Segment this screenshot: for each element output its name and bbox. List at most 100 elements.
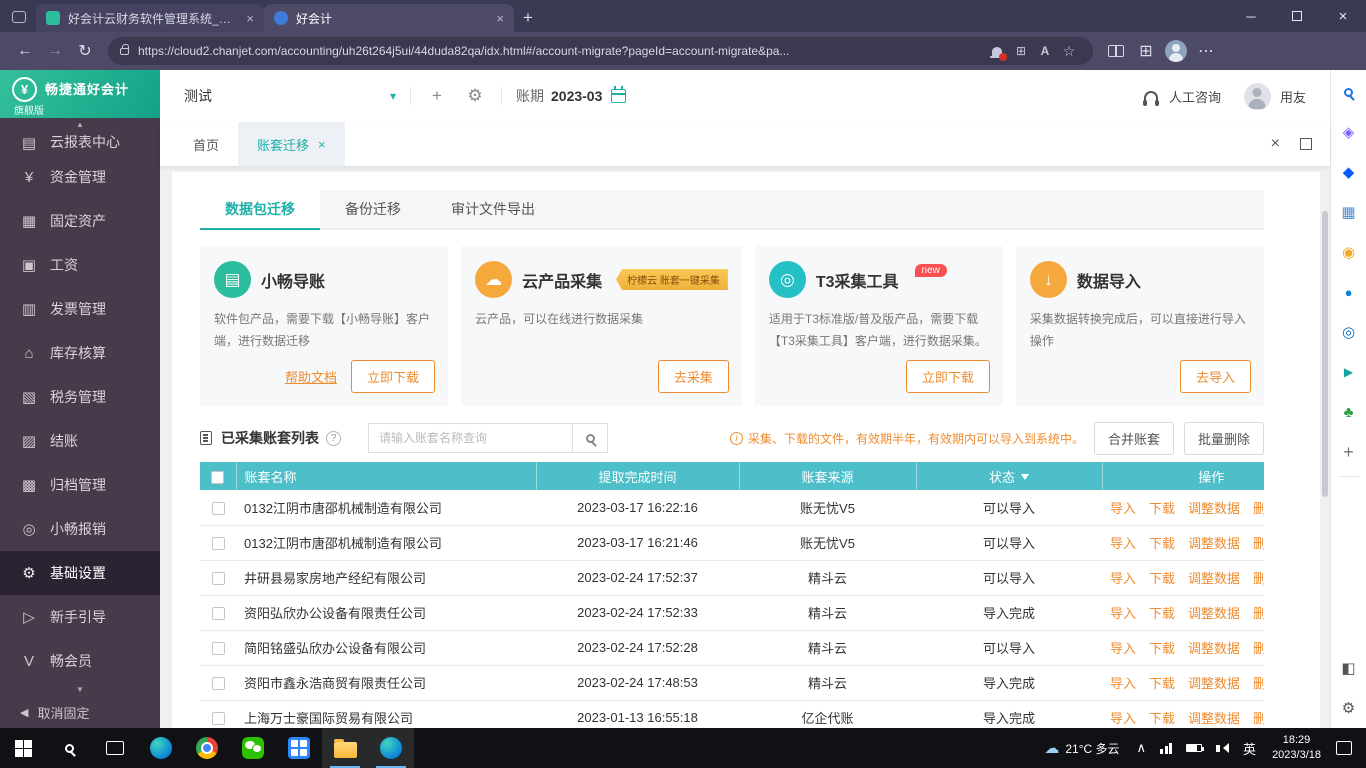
add-sidebar-item-icon[interactable]: +: [1339, 442, 1359, 462]
row-checkbox[interactable]: [211, 607, 225, 621]
select-all-checkbox[interactable]: [211, 470, 225, 484]
tab-data-package[interactable]: 数据包迁移: [200, 190, 320, 230]
outlook-icon[interactable]: ◎: [1339, 322, 1359, 342]
fullscreen-icon[interactable]: [1300, 138, 1312, 150]
bing-icon[interactable]: ◆: [1339, 162, 1359, 182]
adjust-link[interactable]: 调整数据: [1188, 501, 1240, 516]
network-icon[interactable]: [1153, 728, 1179, 768]
start-button[interactable]: [0, 728, 46, 768]
row-checkbox[interactable]: [211, 677, 225, 691]
adjust-link[interactable]: 调整数据: [1188, 536, 1240, 551]
batch-delete-button[interactable]: 批量删除: [1183, 421, 1264, 455]
import-link[interactable]: 导入: [1110, 536, 1136, 551]
sidebar-item-reimburse[interactable]: ◎ 小畅报销: [0, 507, 160, 551]
help-doc-link[interactable]: 帮助文档: [285, 367, 337, 386]
download-link[interactable]: 下载: [1149, 711, 1175, 726]
settings-gear-icon[interactable]: ⚙: [463, 86, 487, 106]
volume-icon[interactable]: [1209, 728, 1236, 768]
download-link[interactable]: 下载: [1149, 536, 1175, 551]
download-link[interactable]: 下载: [1149, 606, 1175, 621]
back-button[interactable]: ←: [10, 36, 40, 66]
vertical-scrollbar[interactable]: [1322, 172, 1328, 722]
row-checkbox[interactable]: [211, 537, 225, 551]
tab-backup-migrate[interactable]: 备份迁移: [320, 190, 426, 228]
skype-icon[interactable]: ●: [1339, 282, 1359, 302]
accounting-period[interactable]: 账期 2023-03: [516, 86, 627, 106]
scrollbar-thumb[interactable]: [1322, 210, 1328, 497]
battery-icon[interactable]: [1179, 728, 1209, 768]
read-aloud-icon[interactable]: A: [1033, 39, 1057, 63]
ime-indicator[interactable]: 英: [1236, 728, 1263, 768]
notifications-blocked-icon[interactable]: [985, 39, 1009, 63]
import-link[interactable]: 导入: [1110, 571, 1136, 586]
tab-close-icon[interactable]: ×: [318, 137, 326, 152]
tab-home[interactable]: 首页: [174, 122, 238, 166]
company-select[interactable]: 测试 ▾: [184, 86, 396, 106]
apps-icon[interactable]: ▦: [1339, 202, 1359, 222]
copilot-icon[interactable]: ◈: [1339, 122, 1359, 142]
forward-button[interactable]: →: [40, 36, 70, 66]
browser-tab-1[interactable]: 好会计云财务软件管理系统_会计 ×: [36, 4, 264, 32]
sidebar-item-inventory[interactable]: ⌂ 库存核算: [0, 331, 160, 375]
adjust-link[interactable]: 调整数据: [1188, 571, 1240, 586]
sidebar-item-basic-settings[interactable]: ⚙ 基础设置: [0, 551, 160, 595]
add-button[interactable]: +: [425, 86, 449, 106]
more-menu-icon[interactable]: ⋯: [1191, 36, 1221, 66]
delete-link[interactable]: 删除: [1253, 641, 1264, 656]
search-input[interactable]: [368, 423, 573, 453]
taskbar-clock[interactable]: 18:29 2023/3/18: [1263, 733, 1330, 763]
download-now-button[interactable]: 立即下载: [351, 360, 436, 393]
file-explorer-icon[interactable]: [322, 728, 368, 768]
row-checkbox[interactable]: [211, 712, 225, 726]
consult-link[interactable]: 人工咨询: [1169, 87, 1221, 106]
adjust-link[interactable]: 调整数据: [1188, 606, 1240, 621]
tree-icon[interactable]: ♣: [1339, 402, 1359, 422]
sidebar-item-salary[interactable]: ▣ 工资: [0, 243, 160, 287]
delete-link[interactable]: 删除: [1253, 536, 1264, 551]
people-icon[interactable]: ◉: [1339, 242, 1359, 262]
favorite-star-icon[interactable]: ☆: [1057, 39, 1081, 63]
sidebar-item-tax[interactable]: ▧ 税务管理: [0, 375, 160, 419]
sidebar-item-guide[interactable]: ▷ 新手引导: [0, 595, 160, 639]
download-link[interactable]: 下载: [1149, 641, 1175, 656]
edge-icon[interactable]: [138, 728, 184, 768]
row-checkbox[interactable]: [211, 642, 225, 656]
address-bar[interactable]: https://cloud2.chanjet.com/accounting/uh…: [108, 37, 1093, 65]
sidebar-settings-icon[interactable]: ⚙: [1339, 698, 1359, 718]
import-link[interactable]: 导入: [1110, 641, 1136, 656]
search-button[interactable]: [573, 423, 608, 453]
weather-widget[interactable]: ☁ 21°C 多云: [1034, 739, 1129, 757]
import-link[interactable]: 导入: [1110, 606, 1136, 621]
delete-link[interactable]: 删除: [1253, 711, 1264, 726]
calendar-icon[interactable]: [611, 86, 627, 103]
download-now-button[interactable]: 立即下载: [905, 360, 990, 393]
row-checkbox[interactable]: [211, 572, 225, 586]
download-link[interactable]: 下载: [1149, 501, 1175, 516]
tab2-close-icon[interactable]: ×: [496, 11, 504, 26]
delete-link[interactable]: 删除: [1253, 501, 1264, 516]
tab-account-migrate[interactable]: 账套迁移 ×: [238, 122, 345, 166]
delete-link[interactable]: 删除: [1253, 676, 1264, 691]
taskbar-search-icon[interactable]: [46, 728, 92, 768]
wechat-icon[interactable]: [230, 728, 276, 768]
split-screen-icon[interactable]: [1101, 36, 1131, 66]
tray-chevron-icon[interactable]: ∧: [1130, 728, 1154, 768]
download-link[interactable]: 下载: [1149, 676, 1175, 691]
user-avatar[interactable]: [1243, 82, 1271, 110]
import-link[interactable]: 导入: [1110, 676, 1136, 691]
user-name[interactable]: 用友: [1280, 87, 1306, 106]
minimize-button[interactable]: ─: [1228, 0, 1274, 32]
go-import-button[interactable]: 去导入: [1179, 360, 1251, 393]
sidebar-item-closing[interactable]: ▨ 结账: [0, 419, 160, 463]
adjust-link[interactable]: 调整数据: [1188, 711, 1240, 726]
sidebar-item-member[interactable]: V 畅会员: [0, 639, 160, 683]
delete-link[interactable]: 删除: [1253, 571, 1264, 586]
translate-icon[interactable]: ⊞: [1009, 39, 1033, 63]
close-all-icon[interactable]: ×: [1271, 135, 1280, 153]
wps-icon[interactable]: [276, 728, 322, 768]
download-link[interactable]: 下载: [1149, 571, 1175, 586]
help-question-icon[interactable]: ?: [326, 430, 341, 446]
go-collect-button[interactable]: 去采集: [657, 360, 729, 393]
sidebar-item-archive[interactable]: ▩ 归档管理: [0, 463, 160, 507]
sidebar-scroll-down-icon[interactable]: ▼: [0, 683, 160, 696]
